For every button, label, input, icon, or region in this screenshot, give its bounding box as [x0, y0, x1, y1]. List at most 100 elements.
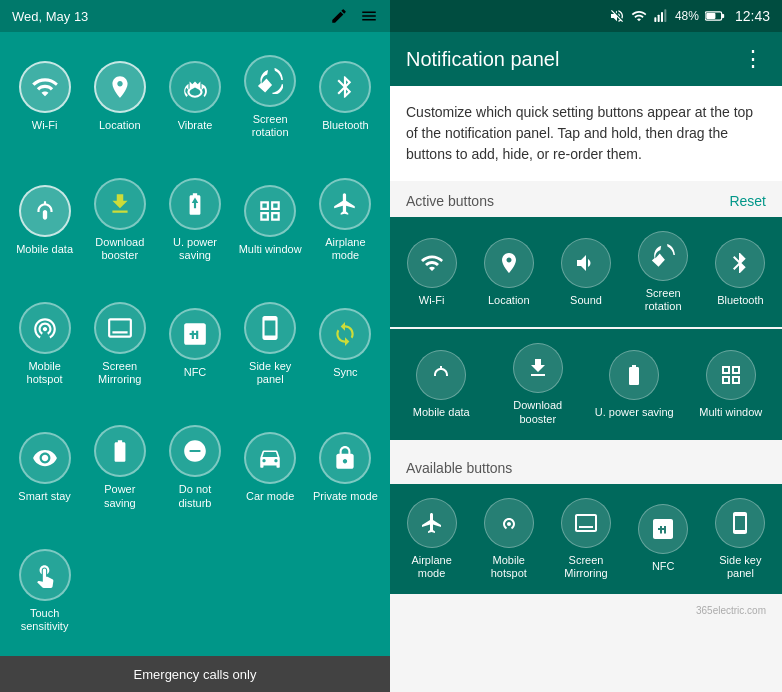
quick-btn-nfc-label: NFC — [184, 366, 207, 379]
right-header: Notification panel ⋮ — [390, 32, 782, 86]
quick-btn-sync[interactable]: Sync — [309, 283, 382, 405]
panel-btn-screen-rotation-active[interactable]: Screen rotation — [626, 221, 701, 323]
panel-btn-screen-rotation-label: Screen rotation — [630, 287, 697, 313]
panel-title: Notification panel — [406, 48, 559, 71]
panel-description: Customize which quick setting buttons ap… — [390, 86, 782, 181]
panel-btn-screen-mirroring-label: Screen Mirroring — [552, 554, 619, 580]
quick-btn-touch-sensitivity-label: Touch sensitivity — [12, 607, 77, 633]
quick-btn-u-power-saving-label: U. power saving — [162, 236, 227, 262]
svg-rect-0 — [654, 17, 656, 22]
signal-icon — [653, 8, 669, 24]
panel-btn-nfc-avail[interactable]: NFC — [626, 488, 701, 590]
panel-btn-bluetooth-label: Bluetooth — [717, 294, 763, 307]
quick-btn-car-mode-label: Car mode — [246, 490, 294, 503]
panel-btn-download-booster-active[interactable]: Download booster — [491, 333, 586, 435]
quick-btn-mobile-hotspot[interactable]: Mobile hotspot — [8, 283, 81, 405]
wifi-icon-status — [631, 8, 647, 24]
panel-btn-sound[interactable]: Sound — [548, 221, 623, 323]
quick-btn-mobile-data[interactable]: Mobile data — [8, 160, 81, 282]
watermark: 365electric.com — [696, 605, 766, 616]
panel-btn-u-power-saving-active[interactable]: U. power saving — [587, 333, 682, 435]
right-status-bar: 48% 12:43 — [390, 0, 782, 32]
quick-btn-airplane-mode-label: Airplane mode — [313, 236, 378, 262]
active-buttons-title: Active buttons — [406, 193, 494, 209]
panel-btn-mobile-hotspot-label: Mobile hotspot — [475, 554, 542, 580]
mute-icon — [609, 8, 625, 24]
quick-btn-side-key-panel-label: Side key panel — [238, 360, 303, 386]
quick-btn-location[interactable]: Location — [83, 36, 156, 158]
battery-percent: 48% — [675, 9, 699, 23]
panel-btn-mobile-hotspot-avail[interactable]: Mobile hotspot — [471, 488, 546, 590]
reset-button[interactable]: Reset — [729, 193, 766, 209]
panel-btn-wifi-label: Wi-Fi — [419, 294, 445, 307]
panel-btn-wifi[interactable]: Wi-Fi — [394, 221, 469, 323]
quick-btn-bluetooth[interactable]: Bluetooth — [309, 36, 382, 158]
svg-rect-3 — [664, 9, 666, 22]
panel-btn-nfc-label: NFC — [652, 560, 675, 573]
left-status-bar: Wed, May 13 — [0, 0, 390, 32]
quick-btn-wifi-label: Wi-Fi — [32, 119, 58, 132]
quick-btn-screen-mirroring[interactable]: Screen Mirroring — [83, 283, 156, 405]
svg-rect-1 — [658, 15, 660, 22]
quick-btn-private-mode-label: Private mode — [313, 490, 378, 503]
emergency-text: Emergency calls only — [134, 667, 257, 682]
svg-rect-5 — [722, 14, 725, 18]
status-time: 12:43 — [735, 8, 770, 24]
active-buttons-row2: Mobile data Download booster U. power sa… — [390, 329, 782, 439]
available-buttons-section-header: Available buttons — [390, 448, 782, 484]
quick-btn-screen-rotation[interactable]: Screen rotation — [234, 36, 307, 158]
quick-btn-do-not-disturb[interactable]: Do not disturb — [158, 407, 231, 529]
edit-icon[interactable] — [330, 7, 348, 25]
quick-btn-car-mode[interactable]: Car mode — [234, 407, 307, 529]
quick-buttons-grid: Wi-Fi Location Vibrate Screen rotation B… — [0, 32, 390, 656]
quick-btn-download-booster[interactable]: Download booster — [83, 160, 156, 282]
available-buttons-title: Available buttons — [406, 460, 512, 476]
quick-btn-side-key-panel[interactable]: Side key panel — [234, 283, 307, 405]
quick-btn-u-power-saving[interactable]: U. power saving — [158, 160, 231, 282]
svg-rect-2 — [661, 12, 663, 22]
quick-btn-airplane-mode[interactable]: Airplane mode — [309, 160, 382, 282]
right-panel: 48% 12:43 Notification panel ⋮ Customize… — [390, 0, 782, 692]
panel-btn-mobile-data-label: Mobile data — [413, 406, 470, 419]
battery-icon — [705, 10, 725, 22]
menu-icon[interactable] — [360, 7, 378, 25]
active-buttons-section-header: Active buttons Reset — [390, 181, 782, 217]
panel-btn-bluetooth-active[interactable]: Bluetooth — [703, 221, 778, 323]
quick-btn-private-mode[interactable]: Private mode — [309, 407, 382, 529]
svg-rect-6 — [706, 13, 715, 19]
panel-btn-airplane-mode-avail[interactable]: Airplane mode — [394, 488, 469, 590]
panel-btn-location-label: Location — [488, 294, 530, 307]
panel-btn-u-power-saving-label: U. power saving — [595, 406, 674, 419]
panel-btn-side-key-panel-label: Side key panel — [707, 554, 774, 580]
quick-btn-sync-label: Sync — [333, 366, 357, 379]
quick-btn-download-booster-label: Download booster — [87, 236, 152, 262]
quick-btn-power-saving-label: Power saving — [87, 483, 152, 509]
more-options-button[interactable]: ⋮ — [742, 46, 766, 72]
panel-btn-sound-label: Sound — [570, 294, 602, 307]
quick-btn-bluetooth-label: Bluetooth — [322, 119, 368, 132]
quick-btn-vibrate-label: Vibrate — [178, 119, 213, 132]
quick-btn-mobile-hotspot-label: Mobile hotspot — [12, 360, 77, 386]
available-buttons-grid: Airplane mode Mobile hotspot Screen Mirr… — [390, 484, 782, 594]
quick-btn-multi-window-label: Multi window — [239, 243, 302, 256]
quick-btn-screen-mirroring-label: Screen Mirroring — [87, 360, 152, 386]
quick-btn-power-saving[interactable]: Power saving — [83, 407, 156, 529]
quick-btn-nfc[interactable]: NFC — [158, 283, 231, 405]
quick-btn-multi-window[interactable]: Multi window — [234, 160, 307, 282]
quick-btn-wifi[interactable]: Wi-Fi — [8, 36, 81, 158]
panel-btn-multi-window-active[interactable]: Multi window — [684, 333, 779, 435]
panel-btn-side-key-panel-avail[interactable]: Side key panel — [703, 488, 778, 590]
quick-btn-touch-sensitivity[interactable]: Touch sensitivity — [8, 530, 81, 652]
quick-btn-smart-stay-label: Smart stay — [18, 490, 71, 503]
emergency-bar: Emergency calls only — [0, 656, 390, 692]
quick-btn-mobile-data-label: Mobile data — [16, 243, 73, 256]
left-panel: Wed, May 13 Wi-Fi Location Vibrate — [0, 0, 390, 692]
quick-btn-smart-stay[interactable]: Smart stay — [8, 407, 81, 529]
panel-btn-mobile-data-active[interactable]: Mobile data — [394, 333, 489, 435]
panel-btn-screen-mirroring-avail[interactable]: Screen Mirroring — [548, 488, 623, 590]
quick-btn-vibrate[interactable]: Vibrate — [158, 36, 231, 158]
panel-btn-airplane-mode-label: Airplane mode — [398, 554, 465, 580]
panel-btn-download-booster-label: Download booster — [495, 399, 582, 425]
panel-btn-location[interactable]: Location — [471, 221, 546, 323]
quick-btn-do-not-disturb-label: Do not disturb — [162, 483, 227, 509]
